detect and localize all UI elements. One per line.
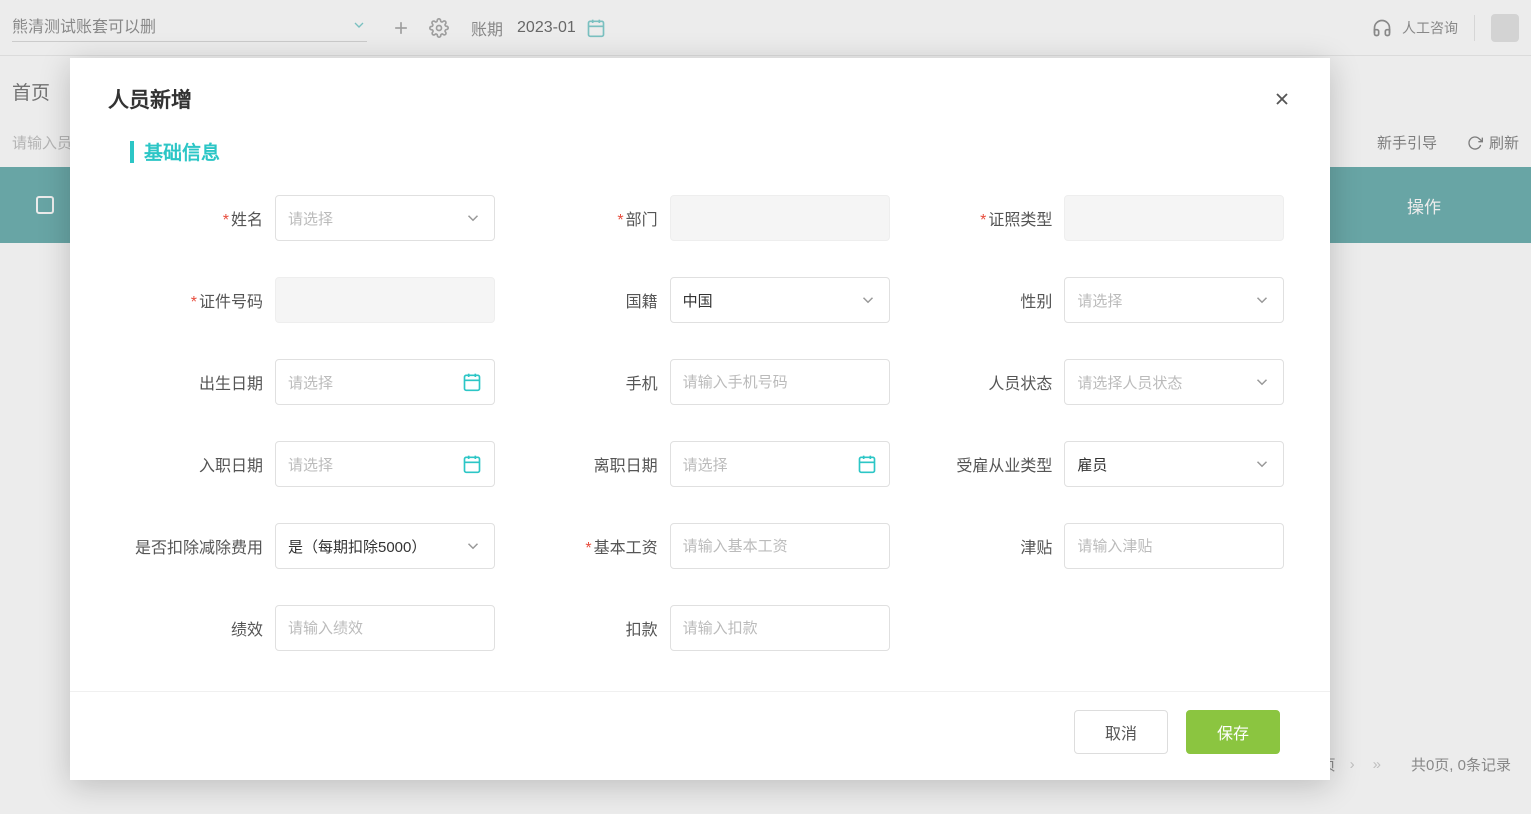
modal-body: 基础信息 *姓名 请选择 *部门 *证照类型 *证件号码 (70, 134, 1330, 691)
modal-header: 人员新增 (70, 58, 1330, 134)
chevron-down-icon (1253, 455, 1271, 473)
calendar-icon (857, 454, 877, 474)
mobile-input[interactable] (670, 359, 890, 405)
status-select[interactable]: 请选择人员状态 (1064, 359, 1284, 405)
employment-type-select[interactable]: 雇员 (1064, 441, 1284, 487)
save-button[interactable]: 保存 (1186, 710, 1280, 754)
field-deduct-amount: 扣款 (525, 605, 898, 651)
name-select[interactable]: 请选择 (275, 195, 495, 241)
birth-date-input[interactable]: 请选择 (275, 359, 495, 405)
id-type-input (1064, 195, 1284, 241)
field-department: *部门 (525, 195, 898, 241)
base-salary-input[interactable] (670, 523, 890, 569)
chevron-down-icon (859, 291, 877, 309)
id-number-input (275, 277, 495, 323)
field-deduction: 是否扣除减除费用 是（每期扣除5000） (130, 523, 503, 569)
field-hire-date: 入职日期 请选择 (130, 441, 503, 487)
deduction-select[interactable]: 是（每期扣除5000） (275, 523, 495, 569)
nationality-select[interactable]: 中国 (670, 277, 890, 323)
department-input (670, 195, 890, 241)
deduct-amount-input[interactable] (670, 605, 890, 651)
calendar-icon (462, 454, 482, 474)
deduct-amount-field[interactable] (683, 620, 877, 637)
add-person-modal: 人员新增 基础信息 *姓名 请选择 *部门 *证照类型 (70, 58, 1330, 780)
performance-input[interactable] (275, 605, 495, 651)
close-icon[interactable] (1272, 89, 1292, 109)
gender-select[interactable]: 请选择 (1064, 277, 1284, 323)
form-grid: *姓名 请选择 *部门 *证照类型 *证件号码 国籍 (130, 195, 1292, 681)
leave-date-input[interactable]: 请选择 (670, 441, 890, 487)
field-allowance: 津贴 (919, 523, 1292, 569)
field-id-type: *证照类型 (919, 195, 1292, 241)
section-basic-title: 基础信息 (130, 138, 1292, 165)
cancel-button[interactable]: 取消 (1074, 710, 1168, 754)
chevron-down-icon (464, 537, 482, 555)
field-employment-type: 受雇从业类型 雇员 (919, 441, 1292, 487)
modal-footer: 取消 保存 (70, 691, 1330, 780)
calendar-icon (462, 372, 482, 392)
modal-title: 人员新增 (108, 84, 192, 114)
field-performance: 绩效 (130, 605, 503, 651)
chevron-down-icon (1253, 291, 1271, 309)
field-name: *姓名 请选择 (130, 195, 503, 241)
field-mobile: 手机 (525, 359, 898, 405)
field-leave-date: 离职日期 请选择 (525, 441, 898, 487)
field-status: 人员状态 请选择人员状态 (919, 359, 1292, 405)
field-nationality: 国籍 中国 (525, 277, 898, 323)
hire-date-input[interactable]: 请选择 (275, 441, 495, 487)
field-base-salary: *基本工资 (525, 523, 898, 569)
field-birth-date: 出生日期 请选择 (130, 359, 503, 405)
allowance-input[interactable] (1064, 523, 1284, 569)
mobile-field[interactable] (683, 374, 877, 391)
field-id-number: *证件号码 (130, 277, 503, 323)
chevron-down-icon (1253, 373, 1271, 391)
performance-field[interactable] (288, 620, 482, 637)
field-gender: 性别 请选择 (919, 277, 1292, 323)
chevron-down-icon (464, 209, 482, 227)
allowance-field[interactable] (1077, 538, 1271, 555)
base-salary-field[interactable] (683, 538, 877, 555)
